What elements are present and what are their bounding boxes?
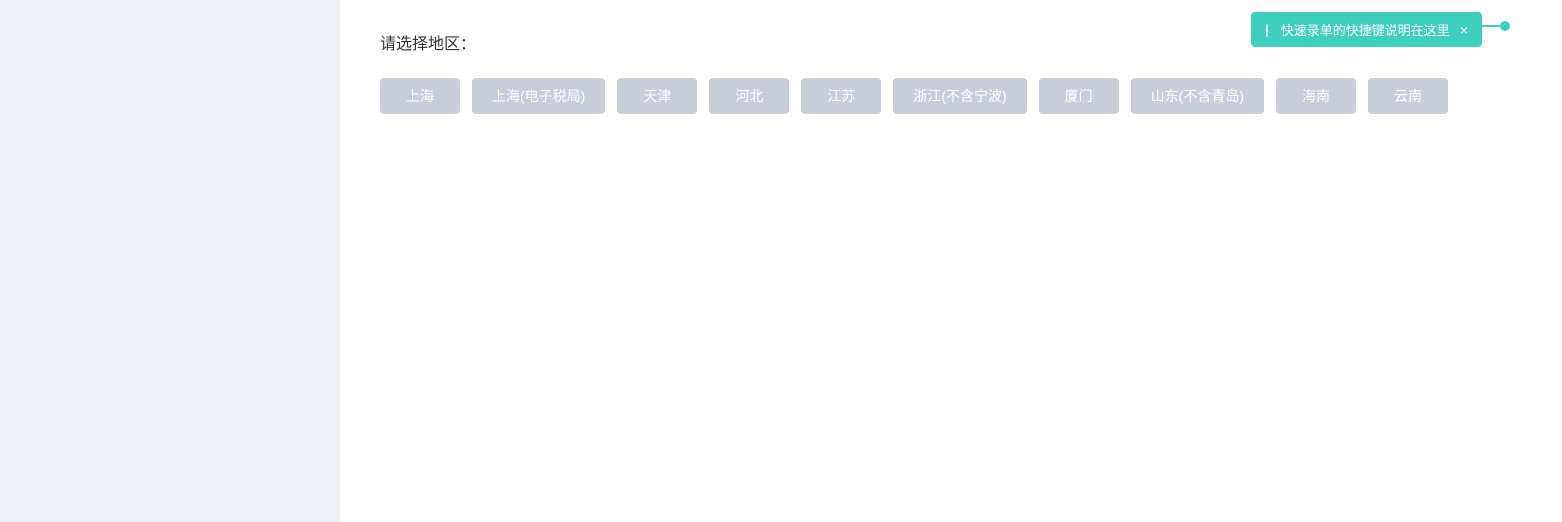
region-button-xiamen[interactable]: 厦门 — [1039, 78, 1119, 114]
main-content: 请选择地区： 上海上海(电子税局)天津河北江苏浙江(不含宁波)厦门山东(不含青岛… — [340, 0, 1562, 522]
region-button-shandong[interactable]: 山东(不含青岛) — [1131, 78, 1264, 114]
region-button-zhejiang[interactable]: 浙江(不含宁波) — [893, 78, 1026, 114]
tooltip-dot — [1500, 21, 1510, 31]
region-button-shanghai-etax[interactable]: 上海(电子税局) — [472, 78, 605, 114]
sidebar — [0, 0, 340, 522]
region-buttons: 上海上海(电子税局) 天津河北江苏浙江(不含宁波) 厦门山东(不含青岛) 海南云南 — [380, 78, 1522, 114]
region-button-jiangsu[interactable]: 江苏 — [801, 78, 881, 114]
region-button-shanghai[interactable]: 上海 — [380, 78, 460, 114]
region-button-yunnan[interactable]: 云南 — [1368, 78, 1448, 114]
region-button-tianjin[interactable]: 天津 — [617, 78, 697, 114]
tooltip-text: 快速录单的快捷键说明在这里 — [1281, 20, 1450, 39]
tooltip-close-button[interactable]: × — [1460, 22, 1468, 38]
region-button-hainan[interactable]: 海南 — [1276, 78, 1356, 114]
tooltip-bar: 快速录单的快捷键说明在这里 × — [1251, 12, 1482, 47]
region-button-hebei[interactable]: 河北 — [709, 78, 789, 114]
